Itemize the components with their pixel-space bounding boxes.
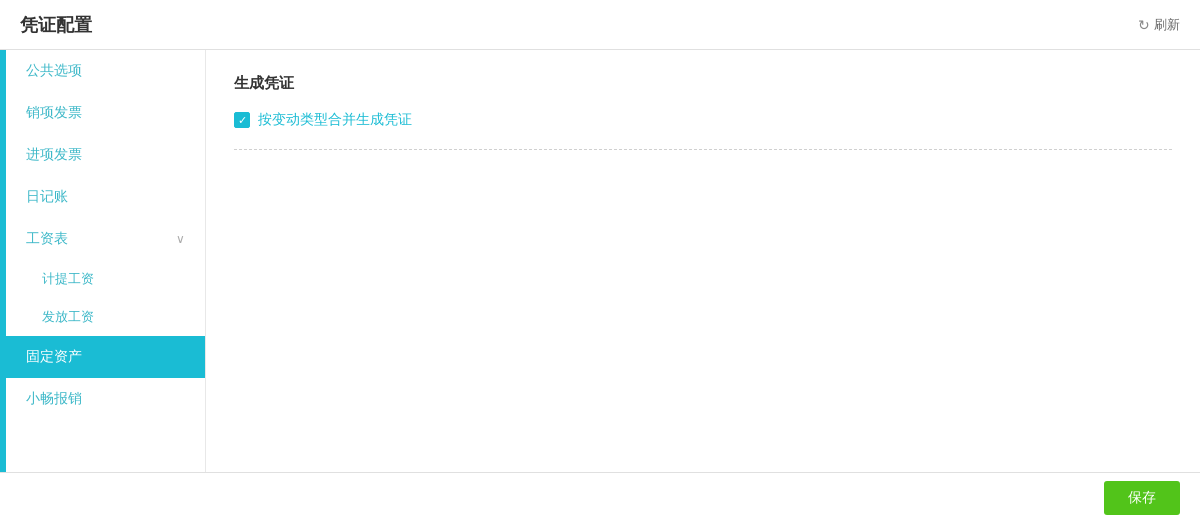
section-title: 生成凭证 xyxy=(234,74,1172,93)
app-container: 凭证配置 ↻ 刷新 公共选项 销项发票 进项发票 日记账 工资表 ∨ xyxy=(0,0,1200,522)
sidebar-label-sales-invoice: 销项发票 xyxy=(26,104,82,122)
merge-by-type-checkbox[interactable]: ✓ xyxy=(234,112,250,128)
sidebar-item-payroll-table[interactable]: 工资表 ∨ xyxy=(6,218,205,260)
sidebar-item-journal[interactable]: 日记账 xyxy=(6,176,205,218)
sidebar-label-expense-report: 小畅报销 xyxy=(26,390,82,408)
sidebar-item-sales-invoice[interactable]: 销项发票 xyxy=(6,92,205,134)
sidebar-item-expense-report[interactable]: 小畅报销 xyxy=(6,378,205,420)
sidebar-item-salary-payment[interactable]: 发放工资 xyxy=(6,298,205,336)
main-area: 公共选项 销项发票 进项发票 日记账 工资表 ∨ 计提工资 发放工资 固定资 xyxy=(0,50,1200,472)
sidebar-item-purchase-invoice[interactable]: 进项发票 xyxy=(6,134,205,176)
sidebar-item-salary-provision[interactable]: 计提工资 xyxy=(6,260,205,298)
refresh-icon: ↻ xyxy=(1138,17,1150,33)
sidebar-item-public-options[interactable]: 公共选项 xyxy=(6,50,205,92)
check-icon: ✓ xyxy=(238,115,247,126)
sidebar-label-journal: 日记账 xyxy=(26,188,68,206)
sidebar-item-fixed-assets[interactable]: 固定资产 xyxy=(6,336,205,378)
footer: 保存 xyxy=(0,472,1200,522)
section-divider xyxy=(234,149,1172,150)
checkbox-row: ✓ 按变动类型合并生成凭证 xyxy=(234,111,1172,129)
sidebar-label-fixed-assets: 固定资产 xyxy=(26,348,82,366)
sidebar-label-purchase-invoice: 进项发票 xyxy=(26,146,82,164)
header: 凭证配置 ↻ 刷新 xyxy=(0,0,1200,50)
content-area: 生成凭证 ✓ 按变动类型合并生成凭证 xyxy=(206,50,1200,472)
refresh-button[interactable]: ↻ 刷新 xyxy=(1138,16,1180,34)
refresh-label: 刷新 xyxy=(1154,16,1180,34)
save-button[interactable]: 保存 xyxy=(1104,481,1180,515)
sidebar: 公共选项 销项发票 进项发票 日记账 工资表 ∨ 计提工资 发放工资 固定资 xyxy=(6,50,206,472)
page-title: 凭证配置 xyxy=(20,13,92,37)
sidebar-label-payroll-table: 工资表 xyxy=(26,230,68,248)
sidebar-label-public-options: 公共选项 xyxy=(26,62,82,80)
chevron-down-icon: ∨ xyxy=(176,232,185,246)
checkbox-label: 按变动类型合并生成凭证 xyxy=(258,111,412,129)
sidebar-label-salary-payment: 发放工资 xyxy=(42,309,94,324)
sidebar-label-salary-provision: 计提工资 xyxy=(42,271,94,286)
